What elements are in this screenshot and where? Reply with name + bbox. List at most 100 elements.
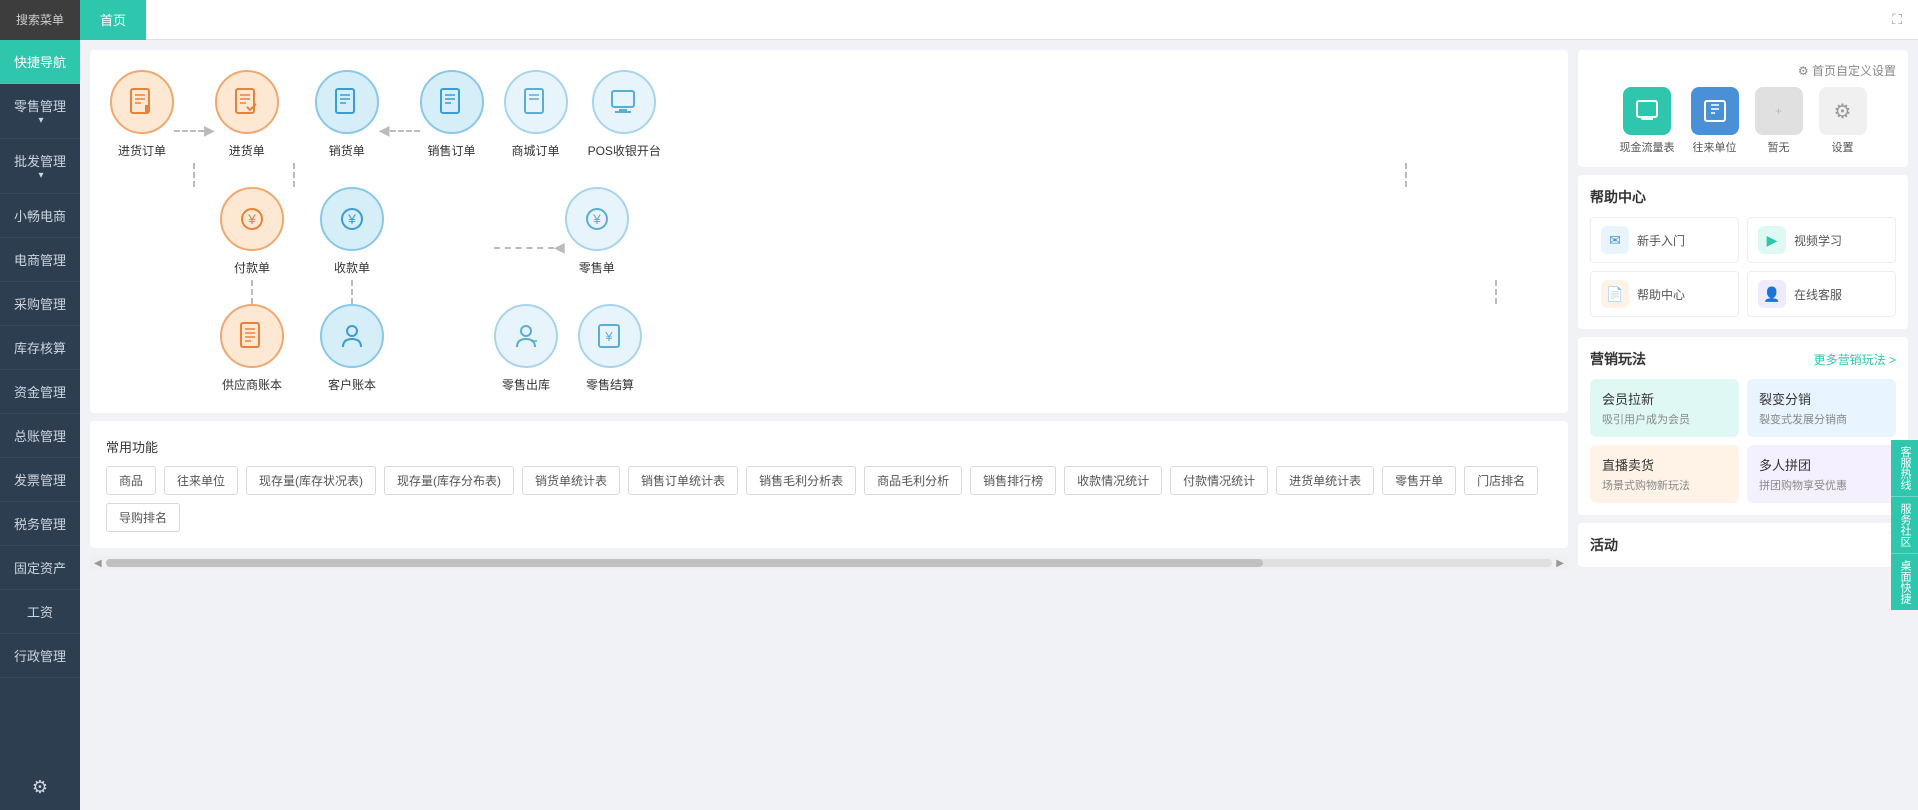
quick-icon-cashflow[interactable]: 现金流量表 xyxy=(1620,87,1675,155)
pos-label: POS收银开台 xyxy=(588,142,661,159)
marketing-header: 营销玩法 更多营销玩法 > xyxy=(1590,349,1896,369)
func-btn-contacts[interactable]: 往来单位 xyxy=(164,466,238,495)
node-retail-settle[interactable]: ¥ 零售结算 xyxy=(578,304,642,393)
sidebar-item-tax[interactable]: 税务管理 xyxy=(0,502,80,546)
gear-icon[interactable]: ⚙ xyxy=(0,765,80,810)
mall-order-label: 商城订单 xyxy=(512,142,560,159)
float-btn-desktop-fast[interactable]: 桌面快捷 xyxy=(1891,554,1918,610)
node-payment-in[interactable]: ¥ 收款单 xyxy=(320,187,384,276)
sidebar-item-purchase[interactable]: 采购管理 xyxy=(0,282,80,326)
quick-icon-contacts[interactable]: 往来单位 xyxy=(1691,87,1739,155)
marketing-card: 营销玩法 更多营销玩法 > 会员拉新 吸引用户成为会员 裂变分销 裂变式发展分销… xyxy=(1578,337,1908,515)
contacts-label: 往来单位 xyxy=(1693,139,1737,155)
settings-label: 设置 xyxy=(1832,139,1854,155)
retail-settle-label: 零售结算 xyxy=(586,376,634,393)
svg-text:¥: ¥ xyxy=(347,211,356,227)
node-sales-order[interactable]: 销售订单 xyxy=(420,70,484,159)
settings-icon: ⚙ xyxy=(1819,87,1867,135)
node-sales-bill[interactable]: 销货单 xyxy=(315,70,379,159)
sales-order-icon xyxy=(420,70,484,134)
sidebar-item-xiaochang[interactable]: 小畅电商 xyxy=(0,194,80,238)
func-btn-goods-margin[interactable]: 商品毛利分析 xyxy=(864,466,962,495)
retail-settle-icon: ¥ xyxy=(578,304,642,368)
quick-icon-settings[interactable]: ⚙ 设置 xyxy=(1819,87,1867,155)
scroll-left-arrow[interactable]: ◀ xyxy=(94,558,102,569)
supplier-ledger-label: 供应商账本 xyxy=(222,376,282,393)
func-btn-receipt-stats[interactable]: 收款情况统计 xyxy=(1064,466,1162,495)
sidebar-item-ecom[interactable]: 电商管理 xyxy=(0,238,80,282)
fission-desc: 裂变式发展分销商 xyxy=(1759,411,1884,427)
main-layout: 快捷导航 零售管理 ▾ 批发管理 ▾ 小畅电商 电商管理 采购管理 库存核算 资… xyxy=(0,40,1918,810)
help-item-online-service[interactable]: 👤 在线客服 xyxy=(1747,271,1896,317)
supplier-ledger-icon xyxy=(220,304,284,368)
home-tab[interactable]: 首页 xyxy=(80,0,146,40)
sales-bill-icon xyxy=(315,70,379,134)
member-title: 会员拉新 xyxy=(1602,389,1727,408)
customize-settings[interactable]: ⚙ 首页自定义设置 xyxy=(1590,62,1896,79)
sidebar-item-quick-nav[interactable]: 快捷导航 xyxy=(0,40,80,84)
func-btn-stock-status[interactable]: 现存量(库存状况表) xyxy=(246,466,376,495)
help-center-icon: 📄 xyxy=(1601,280,1629,308)
none-icon: + xyxy=(1755,87,1803,135)
purchase-order-label: 进货订单 xyxy=(118,142,166,159)
func-btn-retail-order[interactable]: 零售开单 xyxy=(1382,466,1456,495)
node-payment-out[interactable]: ¥ 付款单 xyxy=(220,187,284,276)
group-desc: 拼团购物享受优惠 xyxy=(1759,477,1884,493)
node-retail-out[interactable]: 零售出库 xyxy=(494,304,558,393)
marketing-grid: 会员拉新 吸引用户成为会员 裂变分销 裂变式发展分销商 直播卖货 场景式购物新玩… xyxy=(1590,379,1896,503)
node-retail-bill[interactable]: ¥ 零售单 xyxy=(565,187,629,276)
func-btn-purchase-stats[interactable]: 进货单统计表 xyxy=(1276,466,1374,495)
float-btn-customer-service[interactable]: 客服热线 xyxy=(1891,440,1918,497)
marketing-more[interactable]: 更多营销玩法 > xyxy=(1814,351,1896,368)
func-btn-stock-dist[interactable]: 现存量(库存分布表) xyxy=(384,466,514,495)
search-menu[interactable]: 搜索菜单 xyxy=(0,0,80,40)
quick-icon-none[interactable]: + 暂无 xyxy=(1755,87,1803,155)
sidebar-item-inventory[interactable]: 库存核算 xyxy=(0,326,80,370)
scroll-right-arrow[interactable]: ▶ xyxy=(1556,558,1564,569)
node-purchase-order[interactable]: 进货订单 xyxy=(110,70,174,159)
func-btn-sales-stats[interactable]: 销货单统计表 xyxy=(522,466,620,495)
float-btn-community[interactable]: 服务社区 xyxy=(1891,497,1918,554)
sidebar-item-funds[interactable]: 资金管理 xyxy=(0,370,80,414)
func-btn-order-stats[interactable]: 销售订单统计表 xyxy=(628,466,738,495)
func-btn-payment-stats[interactable]: 付款情况统计 xyxy=(1170,466,1268,495)
node-supplier-ledger[interactable]: 供应商账本 xyxy=(220,304,284,393)
common-functions-title: 常用功能 xyxy=(106,437,1552,456)
func-btn-guide-rank[interactable]: 导购排名 xyxy=(106,503,180,532)
payment-in-label: 收款单 xyxy=(334,259,370,276)
sidebar-item-invoice[interactable]: 发票管理 xyxy=(0,458,80,502)
func-btn-sales-margin[interactable]: 销售毛利分析表 xyxy=(746,466,856,495)
help-center-label: 帮助中心 xyxy=(1637,286,1685,303)
sidebar-item-ledger[interactable]: 总账管理 xyxy=(0,414,80,458)
svg-text:¥: ¥ xyxy=(604,329,613,344)
func-btn-store-rank[interactable]: 门店排名 xyxy=(1464,466,1538,495)
marketing-item-live[interactable]: 直播卖货 场景式购物新玩法 xyxy=(1590,445,1739,503)
node-mall-order[interactable]: 商城订单 xyxy=(504,70,568,159)
marketing-item-group[interactable]: 多人拼团 拼团购物享受优惠 xyxy=(1747,445,1896,503)
marketing-item-member[interactable]: 会员拉新 吸引用户成为会员 xyxy=(1590,379,1739,437)
node-purchase-bill[interactable]: 进货单 xyxy=(215,70,279,159)
payment-out-label: 付款单 xyxy=(234,259,270,276)
video-icon: ▶ xyxy=(1758,226,1786,254)
sidebar-item-fixed[interactable]: 固定资产 xyxy=(0,546,80,590)
sidebar-item-wholesale[interactable]: 批发管理 ▾ xyxy=(0,139,80,194)
func-btn-goods[interactable]: 商品 xyxy=(106,466,156,495)
node-customer-ledger[interactable]: 客户账本 xyxy=(320,304,384,393)
node-pos[interactable]: POS收银开台 xyxy=(588,70,661,159)
sidebar-item-more[interactable]: 行政管理 xyxy=(0,634,80,678)
sidebar-item-payroll[interactable]: 工资 xyxy=(0,590,80,634)
float-buttons: 客服热线 服务社区 桌面快捷 xyxy=(1891,440,1918,610)
func-btn-sales-rank[interactable]: 销售排行榜 xyxy=(970,466,1056,495)
marketing-title: 营销玩法 xyxy=(1590,349,1646,369)
cashflow-icon xyxy=(1623,87,1671,135)
sidebar-item-retail[interactable]: 零售管理 ▾ xyxy=(0,84,80,139)
help-item-help-center[interactable]: 📄 帮助中心 xyxy=(1590,271,1739,317)
top-bar-right: ⛶ xyxy=(1892,11,1918,28)
purchase-order-icon xyxy=(110,70,174,134)
help-item-newbie[interactable]: ✉ 新手入门 xyxy=(1590,217,1739,263)
marketing-item-fission[interactable]: 裂变分销 裂变式发展分销商 xyxy=(1747,379,1896,437)
help-grid: ✉ 新手入门 ▶ 视频学习 📄 帮助中心 👤 在线客服 xyxy=(1590,217,1896,317)
help-item-video[interactable]: ▶ 视频学习 xyxy=(1747,217,1896,263)
scroll-track[interactable] xyxy=(106,559,1553,567)
expand-icon[interactable]: ⛶ xyxy=(1892,11,1902,27)
